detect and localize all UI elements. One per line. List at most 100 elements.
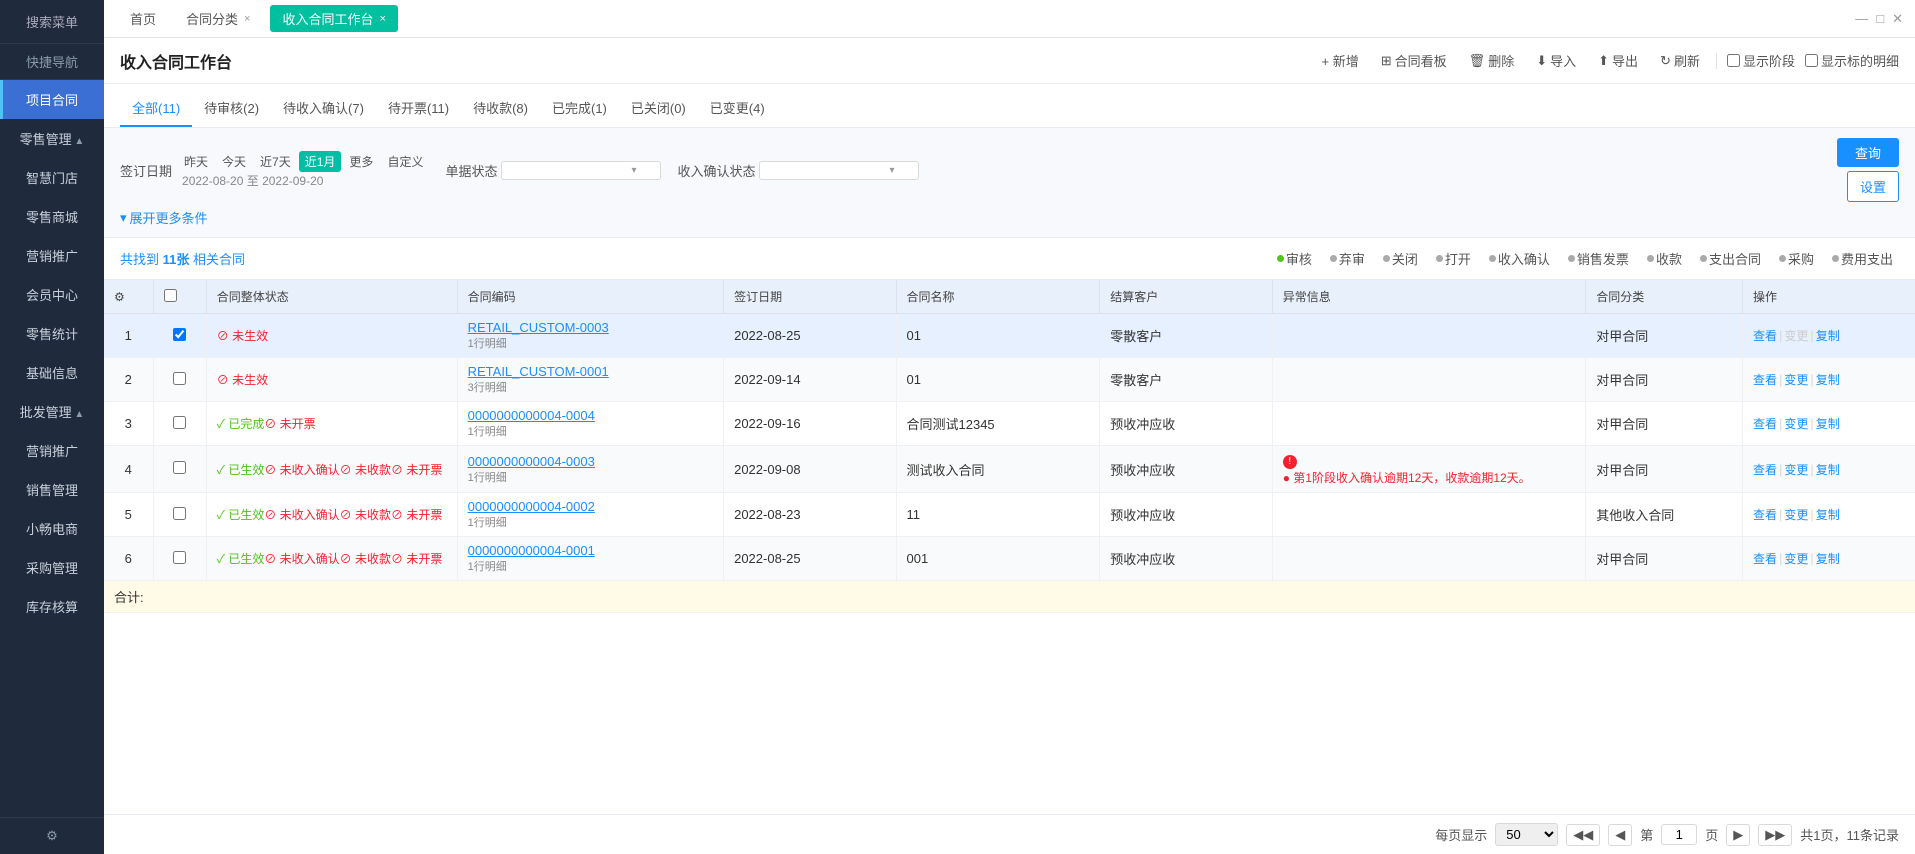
op-btn-变更[interactable]: 变更 — [1784, 417, 1808, 431]
delete-button[interactable]: 🗑 删除 — [1463, 48, 1521, 73]
action-btn-expense-contract[interactable]: 支出合同 — [1694, 246, 1767, 271]
page-size-select[interactable]: 50 — [1495, 823, 1558, 846]
doc-status-select[interactable]: ▾ — [501, 161, 661, 180]
op-btn-变更[interactable]: 变更 — [1784, 508, 1808, 522]
close-btn[interactable]: ✕ — [1892, 11, 1903, 27]
action-btn-close[interactable]: 关闭 — [1377, 246, 1424, 271]
page-input[interactable] — [1661, 824, 1697, 845]
tab-income-workbench[interactable]: 收入合同工作台× — [270, 5, 397, 32]
op-btn-查看[interactable]: 查看 — [1753, 329, 1777, 343]
th-1[interactable] — [153, 280, 206, 314]
op-btn-变更[interactable]: 变更 — [1784, 463, 1808, 477]
row-checkbox[interactable] — [153, 446, 206, 493]
minimize-btn[interactable]: — — [1855, 11, 1868, 27]
contract-code-link[interactable]: 0000000000004-0001 — [468, 543, 713, 558]
prev-page-btn[interactable]: ◀ — [1608, 824, 1632, 846]
action-btn-open[interactable]: 打开 — [1430, 246, 1477, 271]
sidebar-item-purchase[interactable]: 采购管理 — [0, 548, 104, 587]
kanban-button[interactable]: ⊞ 合同看板 — [1375, 48, 1453, 73]
sidebar-item-marketing[interactable]: 营销推广 — [0, 236, 104, 275]
action-btn-fee-expense[interactable]: 费用支出 — [1826, 246, 1899, 271]
sidebar-search[interactable]: 搜索菜单 — [0, 0, 104, 44]
op-btn-变更[interactable]: 变更 — [1784, 373, 1808, 387]
sidebar-settings[interactable]: ⚙ — [0, 817, 104, 854]
sidebar-item-retail-stats[interactable]: 零售统计 — [0, 314, 104, 353]
action-btn-sales-invoice[interactable]: 销售发票 — [1562, 246, 1635, 271]
op-btn-变更[interactable]: 变更 — [1784, 329, 1808, 343]
row-checkbox[interactable] — [153, 493, 206, 537]
show-stages-checkbox[interactable]: 显示阶段 — [1727, 51, 1795, 70]
row-customer: 预收冲应收 — [1100, 493, 1272, 537]
first-page-btn[interactable]: ◀◀ — [1566, 824, 1600, 846]
income-confirm-select[interactable]: ▾ — [759, 161, 919, 180]
op-btn-复制[interactable]: 复制 — [1816, 417, 1840, 431]
add-button[interactable]: + 新增 — [1316, 48, 1365, 73]
sidebar-item-member[interactable]: 会员中心 — [0, 275, 104, 314]
op-btn-变更[interactable]: 变更 — [1784, 552, 1808, 566]
sidebar-item-retail-mgmt[interactable]: 零售管理 ▲ — [0, 119, 104, 158]
op-btn-复制[interactable]: 复制 — [1816, 373, 1840, 387]
filter-tab-pending-payment[interactable]: 待收款(8) — [461, 92, 540, 127]
sidebar-item-xiaochang[interactable]: 小畅电商 — [0, 509, 104, 548]
import-button[interactable]: ⬇ 导入 — [1530, 48, 1582, 73]
sidebar-item-project[interactable]: 项目合同 — [0, 80, 104, 119]
op-btn-查看[interactable]: 查看 — [1753, 373, 1777, 387]
filter-tab-all[interactable]: 全部(11) — [120, 92, 192, 127]
next-page-btn[interactable]: ▶ — [1726, 824, 1750, 846]
op-btn-复制[interactable]: 复制 — [1816, 508, 1840, 522]
date-btn-近1月[interactable]: 近1月 — [299, 151, 342, 172]
refresh-button[interactable]: ↻ 刷新 — [1654, 48, 1706, 73]
date-btn-今天[interactable]: 今天 — [216, 151, 252, 172]
tab-contract-cat[interactable]: 合同分类× — [172, 1, 264, 36]
date-btn-自定义[interactable]: 自定义 — [381, 151, 429, 172]
action-btn-payment[interactable]: 收款 — [1641, 246, 1688, 271]
sidebar-item-inventory[interactable]: 库存核算 — [0, 587, 104, 626]
row-checkbox[interactable] — [153, 537, 206, 581]
action-btn-review[interactable]: 审核 — [1271, 246, 1318, 271]
filter-tab-pending-confirm[interactable]: 待收入确认(7) — [271, 92, 376, 127]
op-btn-复制[interactable]: 复制 — [1816, 329, 1840, 343]
action-btn-income-confirm[interactable]: 收入确认 — [1483, 246, 1556, 271]
date-btn-近7天[interactable]: 近7天 — [254, 151, 297, 172]
op-btn-复制[interactable]: 复制 — [1816, 463, 1840, 477]
sidebar-item-sales-mgmt[interactable]: 销售管理 — [0, 470, 104, 509]
sidebar-item-smart-store[interactable]: 智慧门店 — [0, 158, 104, 197]
show-details-checkbox[interactable]: 显示标的明细 — [1805, 51, 1899, 70]
contract-code-link[interactable]: 0000000000004-0004 — [468, 408, 713, 423]
export-button[interactable]: ⬆ 导出 — [1592, 48, 1644, 73]
row-checkbox[interactable] — [153, 402, 206, 446]
sidebar-item-marketing2[interactable]: 营销推广 — [0, 431, 104, 470]
action-btn-abandon[interactable]: 弃审 — [1324, 246, 1371, 271]
sidebar-item-retail-mall[interactable]: 零售商城 — [0, 197, 104, 236]
date-btn-更多[interactable]: 更多 — [343, 151, 379, 172]
filter-tab-completed[interactable]: 已完成(1) — [540, 92, 619, 127]
op-btn-查看[interactable]: 查看 — [1753, 552, 1777, 566]
op-btn-查看[interactable]: 查看 — [1753, 508, 1777, 522]
op-btn-查看[interactable]: 查看 — [1753, 463, 1777, 477]
contract-code-link[interactable]: RETAIL_CUSTOM-0003 — [468, 320, 713, 335]
filter-tab-pending-review[interactable]: 待审核(2) — [192, 92, 271, 127]
op-btn-查看[interactable]: 查看 — [1753, 417, 1777, 431]
query-button[interactable]: 查询 — [1837, 138, 1899, 167]
row-checkbox[interactable] — [153, 314, 206, 358]
contract-code-link[interactable]: RETAIL_CUSTOM-0001 — [468, 364, 713, 379]
op-btn-复制[interactable]: 复制 — [1816, 552, 1840, 566]
filter-tab-closed[interactable]: 已关闭(0) — [619, 92, 698, 127]
row-checkbox[interactable] — [153, 358, 206, 402]
last-page-btn[interactable]: ▶▶ — [1758, 824, 1792, 846]
tab-close-icon[interactable]: × — [244, 13, 250, 25]
expand-conditions-btn[interactable]: ▾ 展开更多条件 — [120, 208, 1899, 227]
sidebar-item-wholesale[interactable]: 批发管理 ▲ — [0, 392, 104, 431]
action-btn-purchase[interactable]: 采购 — [1773, 246, 1820, 271]
tab-home[interactable]: 首页 — [116, 1, 170, 36]
contract-code-link[interactable]: 0000000000004-0002 — [468, 499, 713, 514]
contract-code-link[interactable]: 0000000000004-0003 — [468, 454, 713, 469]
date-btn-昨天[interactable]: 昨天 — [178, 151, 214, 172]
maximize-btn[interactable]: □ — [1876, 11, 1884, 27]
filter-tab-pending-invoice[interactable]: 待开票(11) — [376, 92, 461, 127]
sidebar-quick-nav[interactable]: 快捷导航 — [0, 44, 104, 80]
tab-close-icon[interactable]: × — [379, 13, 385, 25]
filter-tab-changed[interactable]: 已变更(4) — [698, 92, 777, 127]
sidebar-item-basic-info[interactable]: 基础信息 — [0, 353, 104, 392]
settings-button[interactable]: 设置 — [1847, 171, 1899, 202]
